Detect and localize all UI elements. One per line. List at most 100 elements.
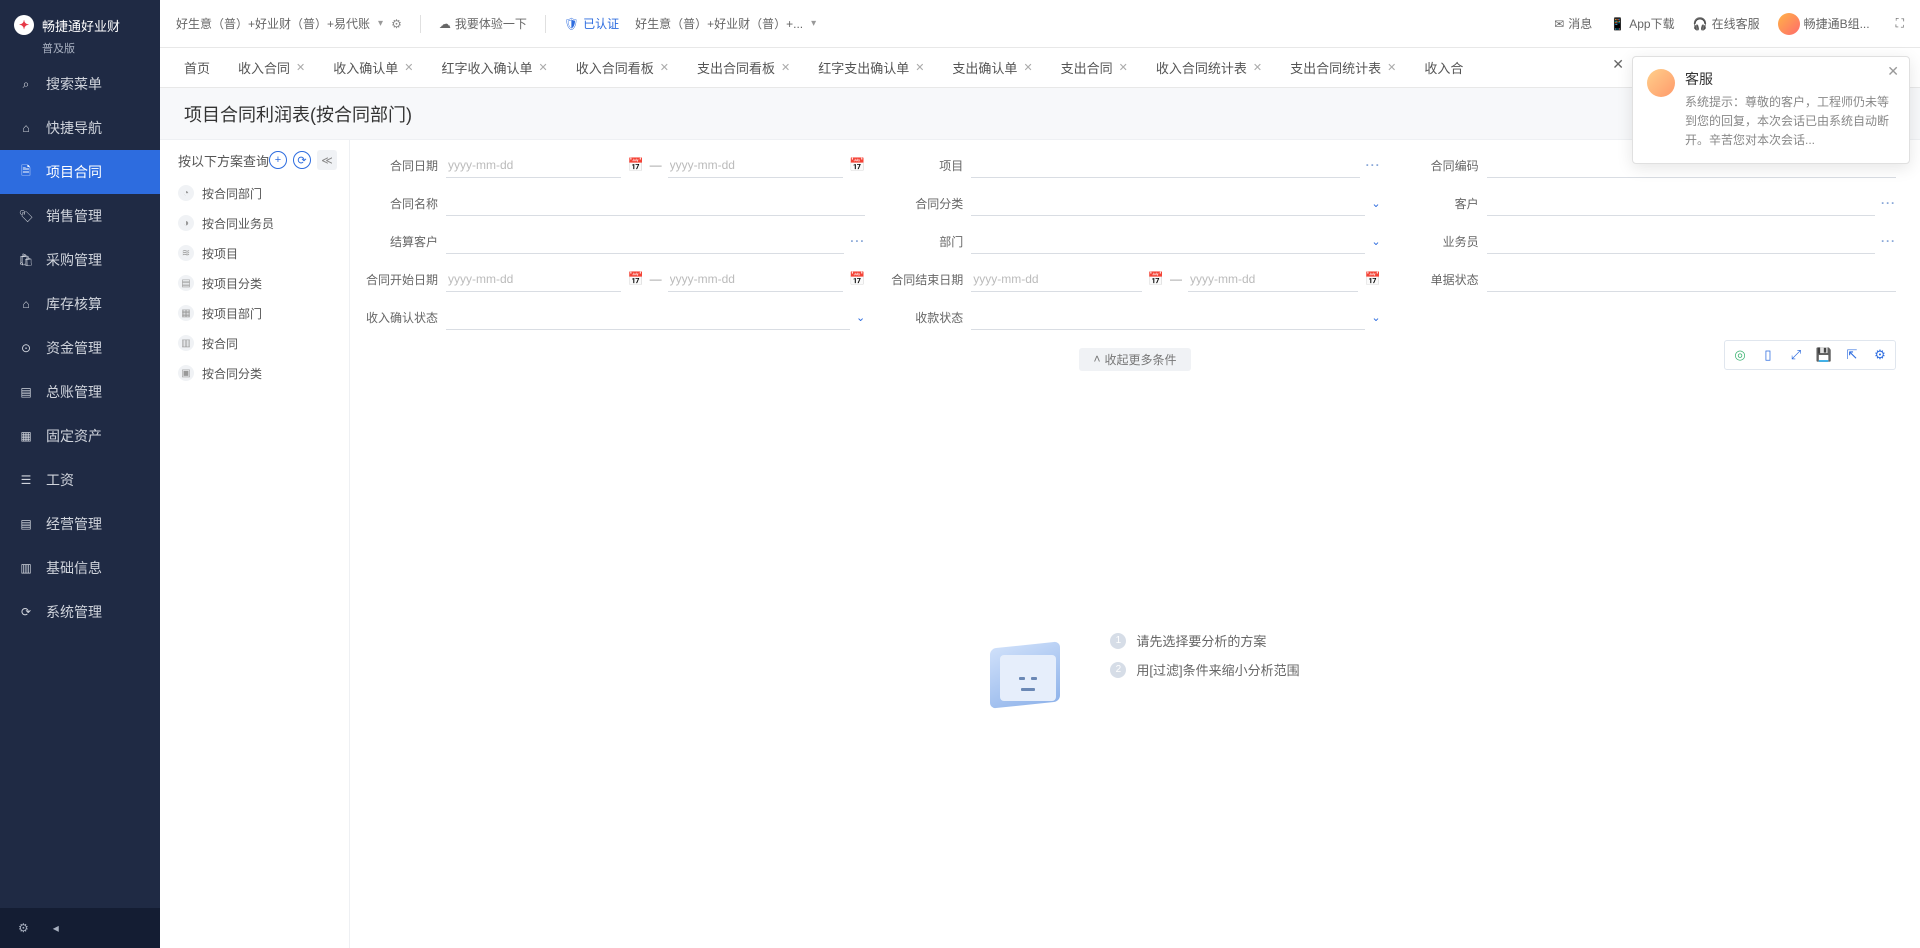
scheme-item-4[interactable]: ▦按项目部门 — [160, 298, 349, 328]
sidebar-collapse-icon[interactable]: ◂ — [53, 921, 59, 935]
scheme-refresh-button[interactable]: ⟳ — [293, 151, 311, 169]
sidebar-item-1[interactable]: ⌂快捷导航 — [0, 106, 160, 150]
popup-outer-close-icon[interactable]: ✕ — [1612, 56, 1624, 73]
expand-icon[interactable]: ⤢ — [1783, 343, 1809, 367]
tab-close-icon[interactable]: ✕ — [404, 61, 413, 74]
sidebar-item-0[interactable]: ⌕搜索菜单 — [0, 62, 160, 106]
export-icon[interactable]: ⇱ — [1839, 343, 1865, 367]
chevron-down-icon[interactable]: ⌄ — [856, 311, 865, 324]
tab-10[interactable]: 支出合同统计表✕ — [1276, 48, 1410, 88]
tab-close-icon[interactable]: ✕ — [1119, 61, 1128, 74]
tab-close-icon[interactable]: ✕ — [539, 61, 548, 74]
scheme-item-2[interactable]: ≋按项目 — [160, 238, 349, 268]
scheme-collapse-button[interactable]: ≪ — [317, 150, 337, 170]
sidebar-item-3[interactable]: 🏷销售管理 — [0, 194, 160, 238]
tab-1[interactable]: 收入合同✕ — [224, 48, 319, 88]
contract-name-input[interactable] — [446, 190, 865, 216]
messages-label: 消息 — [1568, 15, 1592, 32]
contract-date-to-input[interactable] — [668, 152, 843, 178]
config-icon[interactable]: ⚙ — [1867, 343, 1893, 367]
save-icon[interactable]: 💾 — [1811, 343, 1837, 367]
locate-icon[interactable]: ◎ — [1727, 343, 1753, 367]
salesman-input[interactable] — [1487, 228, 1875, 254]
sidebar-item-8[interactable]: ▦固定资产 — [0, 414, 160, 458]
end-date-from-input[interactable] — [971, 266, 1142, 292]
messages-button[interactable]: ✉ 消息 — [1554, 15, 1592, 32]
scheme-item-6[interactable]: ▣按合同分类 — [160, 358, 349, 388]
app-download-button[interactable]: 📱 App下载 — [1610, 15, 1674, 32]
sidebar-item-5[interactable]: ⌂库存核算 — [0, 282, 160, 326]
scheme-item-5[interactable]: ▥按合同 — [160, 328, 349, 358]
contract-cat-select[interactable] — [971, 190, 1365, 216]
list-icon[interactable]: ▯ — [1755, 343, 1781, 367]
tab-close-icon[interactable]: ✕ — [660, 61, 669, 74]
collapse-filters-button[interactable]: ˄ 收起更多条件 — [1079, 348, 1190, 371]
topbar-gear-icon[interactable]: ⚙ — [391, 17, 402, 31]
lookup-icon[interactable]: ··· — [1366, 158, 1381, 172]
start-date-from-input[interactable] — [446, 266, 621, 292]
project-input[interactable] — [971, 152, 1359, 178]
topbar-context2-dropdown[interactable]: 好生意（普）+好业财（普）+... ▾ — [635, 15, 816, 32]
sidebar-item-10[interactable]: ▤经营管理 — [0, 502, 160, 546]
sidebar-item-9[interactable]: ☰工资 — [0, 458, 160, 502]
calendar-icon[interactable]: 📅 — [627, 271, 643, 287]
calendar-icon[interactable]: 📅 — [1364, 271, 1380, 287]
calendar-icon[interactable]: 📅 — [849, 157, 865, 173]
sidebar-item-4[interactable]: 🛍采购管理 — [0, 238, 160, 282]
scheme-item-3[interactable]: ▤按项目分类 — [160, 268, 349, 298]
tab-9[interactable]: 收入合同统计表✕ — [1142, 48, 1276, 88]
contract-date-label: 合同日期 — [360, 157, 438, 174]
tab-6[interactable]: 红字支出确认单✕ — [804, 48, 938, 88]
tab-7[interactable]: 支出确认单✕ — [938, 48, 1046, 88]
chevron-down-icon[interactable]: ⌄ — [1371, 197, 1380, 210]
tab-close-icon[interactable]: ✕ — [781, 61, 790, 74]
confirm-status-select[interactable] — [446, 304, 850, 330]
user-menu[interactable]: 畅捷通B组... — [1778, 13, 1870, 35]
chevron-down-icon[interactable]: ⌄ — [1371, 311, 1380, 324]
sidebar-item-6[interactable]: ⊙资金管理 — [0, 326, 160, 370]
scheme-icon: ◔ — [178, 185, 194, 201]
contract-date-from-input[interactable] — [446, 152, 621, 178]
end-date-to-input[interactable] — [1188, 266, 1359, 292]
try-button[interactable]: ☁ 我要体验一下 — [439, 15, 527, 32]
tab-0[interactable]: 首页 — [170, 48, 224, 88]
customer-input[interactable] — [1487, 190, 1875, 216]
dept-select[interactable] — [971, 228, 1365, 254]
scheme-add-button[interactable]: + — [269, 151, 287, 169]
calendar-icon[interactable]: 📅 — [849, 271, 865, 287]
sidebar-item-7[interactable]: ▤总账管理 — [0, 370, 160, 414]
tab-2[interactable]: 收入确认单✕ — [319, 48, 427, 88]
settle-cust-input[interactable] — [446, 228, 844, 254]
calendar-icon[interactable]: 📅 — [627, 157, 643, 173]
chevron-down-icon[interactable]: ⌄ — [1371, 235, 1380, 248]
sidebar-item-12[interactable]: ⟳系统管理 — [0, 590, 160, 634]
sidebar-item-2[interactable]: 🗎项目合同 — [0, 150, 160, 194]
scheme-item-1[interactable]: ◑按合同业务员 — [160, 208, 349, 238]
tab-3[interactable]: 红字收入确认单✕ — [427, 48, 561, 88]
tab-close-icon[interactable]: ✕ — [1023, 61, 1032, 74]
online-service-button[interactable]: 🎧 在线客服 — [1693, 15, 1760, 32]
topbar-context-dropdown[interactable]: 好生意（普）+好业财（普）+易代账 ▾ — [176, 15, 383, 32]
tab-5[interactable]: 支出合同看板✕ — [683, 48, 804, 88]
tab-close-icon[interactable]: ✕ — [1253, 61, 1262, 74]
tab-8[interactable]: 支出合同✕ — [1047, 48, 1142, 88]
tab-11[interactable]: 收入合 — [1410, 48, 1477, 88]
nav-icon: ▦ — [18, 428, 34, 444]
lookup-icon[interactable]: ··· — [850, 234, 865, 248]
sidebar-item-11[interactable]: ▥基础信息 — [0, 546, 160, 590]
tab-4[interactable]: 收入合同看板✕ — [562, 48, 683, 88]
bill-status-input[interactable] — [1487, 266, 1896, 292]
tab-close-icon[interactable]: ✕ — [915, 61, 924, 74]
sidebar-settings-icon[interactable]: ⚙ — [18, 921, 29, 935]
start-date-to-input[interactable] — [668, 266, 843, 292]
fullscreen-icon[interactable]: ⛶ — [1896, 16, 1904, 31]
scheme-item-0[interactable]: ◔按合同部门 — [160, 178, 349, 208]
tab-close-icon[interactable]: ✕ — [296, 61, 305, 74]
lookup-icon[interactable]: ··· — [1881, 234, 1896, 248]
verified-badge[interactable]: 🛡 已认证 — [564, 15, 619, 32]
lookup-icon[interactable]: ··· — [1881, 196, 1896, 210]
popup-close-icon[interactable]: ✕ — [1887, 63, 1899, 80]
calendar-icon[interactable]: 📅 — [1148, 271, 1164, 287]
receipt-status-select[interactable] — [971, 304, 1365, 330]
tab-close-icon[interactable]: ✕ — [1387, 61, 1396, 74]
